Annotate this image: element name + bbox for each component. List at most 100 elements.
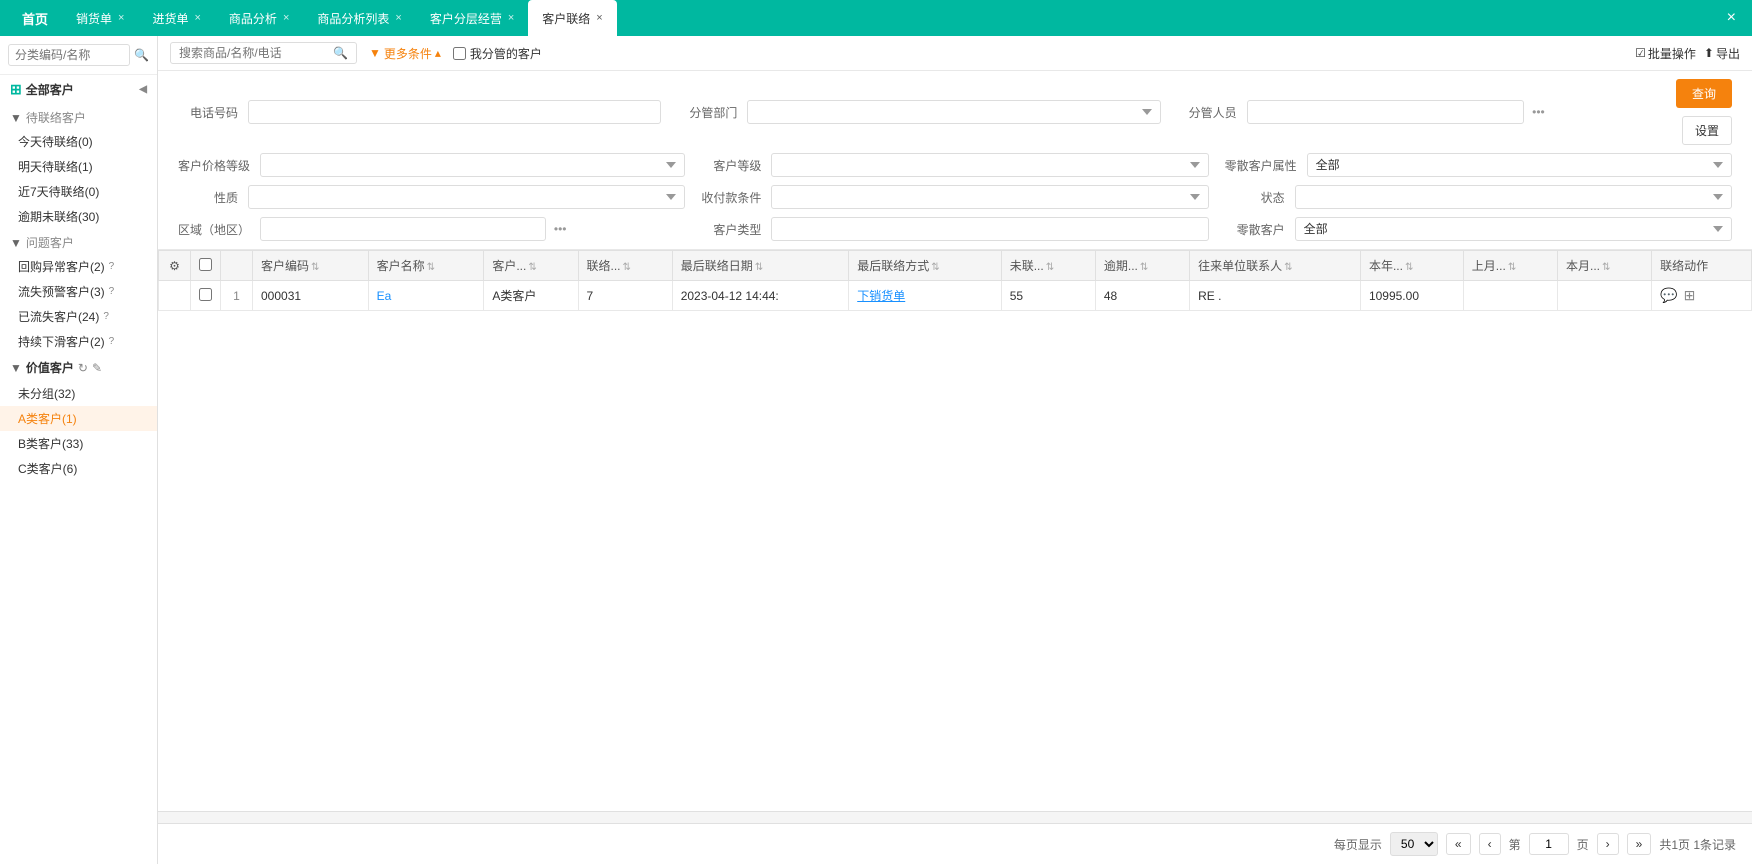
my-customers-checkbox-area: 我分管的客户 <box>453 45 542 62</box>
status-label: 状态 <box>1225 189 1285 206</box>
export-btn[interactable]: ⬆ 导出 <box>1704 45 1740 62</box>
status-select[interactable] <box>1295 185 1732 209</box>
main-layout: 🔍 ⊞ 全部客户 ◀ ▼ 待联络客户 今天待联络(0) 明天待联络(1) 近7天… <box>0 36 1752 864</box>
next-page-btn[interactable]: › <box>1597 833 1619 855</box>
sort-date-icon: ⇅ <box>755 262 763 273</box>
filter-row-2: 客户价格等级 客户等级 零散客户属性 全部 <box>170 153 1740 177</box>
row-checkbox[interactable] <box>199 288 212 301</box>
nature-label: 性质 <box>178 189 238 206</box>
setting-button[interactable]: 设置 <box>1682 116 1732 145</box>
prev-page-btn[interactable]: ‹ <box>1479 833 1501 855</box>
filter-cell-price-level: 客户价格等级 <box>170 153 693 177</box>
qr-icon[interactable]: ⊞ <box>1684 287 1696 304</box>
row-name[interactable]: Ea <box>368 281 484 311</box>
th-this-month[interactable]: 本月...⇅ <box>1557 251 1651 281</box>
dept-select[interactable] <box>747 100 1160 124</box>
last-page-btn[interactable]: » <box>1627 833 1652 855</box>
sidebar-item-abnormal-repurchase[interactable]: 回购异常客户(2) ? <box>0 254 157 279</box>
th-last-month[interactable]: 上月...⇅ <box>1463 251 1557 281</box>
region-input[interactable] <box>260 217 546 241</box>
nav-tab-product-list[interactable]: 商品分析列表 × <box>303 0 415 36</box>
retail-customer-select[interactable]: 全部 <box>1295 217 1732 241</box>
row-code: 000031 <box>253 281 369 311</box>
main-search-input[interactable] <box>179 46 329 60</box>
th-uncontacted[interactable]: 未联...⇅ <box>1001 251 1095 281</box>
nav-tab-customer-layer[interactable]: 客户分层经营 × <box>416 0 528 36</box>
first-page-btn[interactable]: « <box>1446 833 1471 855</box>
sidebar-item-churned[interactable]: 已流失客户(24) ? <box>0 304 157 329</box>
payment-select[interactable] <box>771 185 1208 209</box>
nav-tab-customer-contact[interactable]: 客户联络 × <box>528 0 616 36</box>
refresh-icon[interactable]: ↻ <box>78 361 88 375</box>
th-customer-code[interactable]: 客户编码⇅ <box>253 251 369 281</box>
batch-op-btn[interactable]: ☑ 批量操作 <box>1635 45 1696 62</box>
sort-uncontact-icon: ⇅ <box>1046 262 1054 273</box>
per-page-select[interactable]: 50 <box>1390 832 1438 856</box>
row-last-contact-way[interactable]: 下销货单 <box>849 281 1001 311</box>
main-search-icon[interactable]: 🔍 <box>333 46 348 60</box>
sort-code-icon: ⇅ <box>311 262 319 273</box>
sidebar-item-tomorrow-contact[interactable]: 明天待联络(1) <box>0 154 157 179</box>
value-customers-section: ▼ 价值客户 ↻ ✎ <box>0 354 157 381</box>
sidebar-item-overdue-contact[interactable]: 逾期未联络(30) <box>0 204 157 229</box>
horizontal-scrollbar[interactable] <box>158 811 1752 823</box>
sidebar-item-declining[interactable]: 持续下滑客户(2) ? <box>0 329 157 354</box>
phone-input[interactable] <box>248 100 661 124</box>
problem-customers-group: ▼ 问题客户 <box>0 229 157 254</box>
sidebar-item-class-a[interactable]: A类客户(1) <box>0 406 157 431</box>
close-customer-contact-tab[interactable]: × <box>596 12 602 24</box>
region-more-icon[interactable]: ••• <box>550 222 571 236</box>
th-customer-type[interactable]: 客户...⇅ <box>484 251 578 281</box>
nav-tab-home[interactable]: 首页 <box>8 0 62 36</box>
filter-cell-customer-level: 客户等级 <box>693 153 1216 177</box>
sidebar-search-input[interactable] <box>8 44 130 66</box>
select-all-checkbox[interactable] <box>199 258 212 271</box>
close-all-icon[interactable]: × <box>1719 9 1744 27</box>
th-this-year[interactable]: 本年...⇅ <box>1360 251 1463 281</box>
person-input[interactable] <box>1247 100 1525 124</box>
th-last-contact-date[interactable]: 最后联络日期⇅ <box>672 251 849 281</box>
sidebar-item-today-contact[interactable]: 今天待联络(0) <box>0 129 157 154</box>
price-level-select[interactable] <box>260 153 685 177</box>
close-sales-tab[interactable]: × <box>118 12 124 24</box>
filter-cell-person: 分管人员 ••• <box>1169 100 1668 124</box>
th-gear[interactable]: ⚙ <box>159 251 191 281</box>
nav-tab-sales[interactable]: 销货单 × <box>62 0 138 36</box>
sidebar-item-class-b[interactable]: B类客户(33) <box>0 431 157 456</box>
all-customers-section[interactable]: ⊞ 全部客户 ◀ <box>0 75 157 104</box>
person-more-icon[interactable]: ••• <box>1528 105 1549 119</box>
th-unit-contact[interactable]: 往来单位联系人⇅ <box>1190 251 1361 281</box>
sidebar-item-class-c[interactable]: C类客户(6) <box>0 456 157 481</box>
close-customer-layer-tab[interactable]: × <box>508 12 514 24</box>
sort-name-icon: ⇅ <box>427 262 435 273</box>
retail-attr-select[interactable]: 全部 <box>1307 153 1732 177</box>
close-product-list-tab[interactable]: × <box>395 12 401 24</box>
sidebar-search-icon[interactable]: 🔍 <box>134 48 149 62</box>
retail-attr-label: 零散客户属性 <box>1225 157 1297 174</box>
nav-tab-product-analysis[interactable]: 商品分析 × <box>215 0 303 36</box>
edit-icon[interactable]: ✎ <box>92 361 102 375</box>
th-last-contact-way[interactable]: 最后联络方式⇅ <box>849 251 1001 281</box>
row-check[interactable] <box>191 281 221 311</box>
action-icons-container: 💬 ⊞ <box>1660 287 1743 304</box>
row-this-year: 10995.00 <box>1360 281 1463 311</box>
customer-level-select[interactable] <box>771 153 1208 177</box>
th-check[interactable] <box>191 251 221 281</box>
chat-icon[interactable]: 💬 <box>1660 287 1677 304</box>
sidebar-item-churn-warning[interactable]: 流失预警客户(3) ? <box>0 279 157 304</box>
filter-cell-retail-customer: 零散客户 全部 <box>1217 217 1740 241</box>
close-purchase-tab[interactable]: × <box>194 12 200 24</box>
th-contact-count[interactable]: 联络...⇅ <box>578 251 672 281</box>
my-customers-checkbox[interactable] <box>453 47 466 60</box>
sidebar-item-unclassified[interactable]: 未分组(32) <box>0 381 157 406</box>
sidebar-item-7days-contact[interactable]: 近7天待联络(0) <box>0 179 157 204</box>
th-customer-name[interactable]: 客户名称⇅ <box>368 251 484 281</box>
query-button[interactable]: 查询 <box>1676 79 1732 108</box>
th-overdue[interactable]: 逾期...⇅ <box>1095 251 1189 281</box>
nav-tab-purchase[interactable]: 进货单 × <box>138 0 214 36</box>
close-product-analysis-tab[interactable]: × <box>283 12 289 24</box>
more-conditions-btn[interactable]: ▼ 更多条件 ▴ <box>369 45 441 62</box>
nature-select[interactable] <box>248 185 685 209</box>
customer-type-input[interactable] <box>771 217 1208 241</box>
page-input[interactable] <box>1529 833 1569 855</box>
